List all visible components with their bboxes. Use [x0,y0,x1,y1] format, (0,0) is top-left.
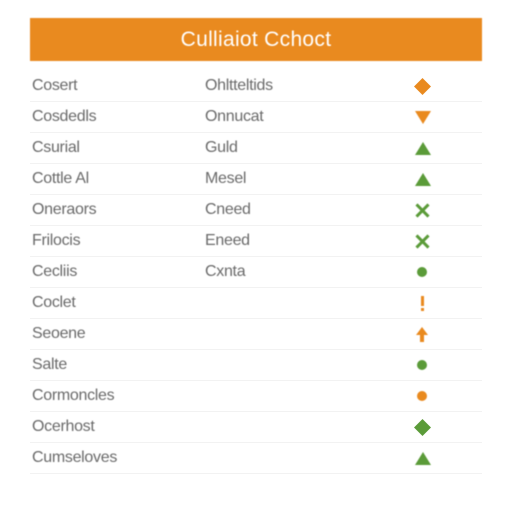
status-cell [375,327,482,342]
status-cell [375,79,482,94]
status-cell [375,265,482,279]
col-1-label: Frilocis [30,232,205,250]
col-1-label: Cormoncles [30,387,205,405]
table-row: FrilocisEneed [30,226,482,257]
status-cell [375,111,482,124]
table-row: CosdedlsOnnucat [30,102,482,133]
status-cell [375,452,482,465]
col-2-label: Onnucat [205,108,375,126]
dot-icon [417,267,427,277]
status-cell [375,203,482,218]
table-row: Seoene [30,319,482,350]
table-row: CsurialGuld [30,133,482,164]
status-cell [375,389,482,403]
table-row: Ocerhost [30,412,482,443]
table-row: Cumseloves [30,443,482,474]
col-1-label: Cosdedls [30,108,205,126]
table-row: Salte [30,350,482,381]
col-1-label: Cumseloves [30,449,205,467]
status-cell [375,142,482,155]
col-1-label: Cottle Al [30,170,205,188]
col-2-label: Ohltteltids [205,77,375,95]
status-cell [375,173,482,186]
col-2-label: Guld [205,139,375,157]
arrow-up-icon [415,327,430,342]
x-icon [415,203,430,218]
status-cell [375,296,482,311]
diamond-icon [414,78,431,95]
dot-icon [417,391,427,401]
col-2-label: Cneed [205,201,375,219]
table-row: Cormoncles [30,381,482,412]
col-2-label: Cxnta [205,263,375,281]
triangle-down-icon [415,111,431,124]
exclaim-icon [415,296,430,311]
dot-icon [417,360,427,370]
status-cell [375,420,482,435]
col-1-label: Seoene [30,325,205,343]
col-1-label: Oneraors [30,201,205,219]
col-1-label: Ocerhost [30,418,205,436]
col-1-label: Cecliis [30,263,205,281]
col-2-label: Eneed [205,232,375,250]
status-cell [375,358,482,372]
table-row: CosertOhltteltids [30,71,482,102]
status-table: CosertOhltteltidsCosdedlsOnnucatCsurialG… [30,71,482,474]
triangle-up-icon [415,452,431,465]
triangle-up-icon [415,173,431,186]
col-1-label: Cosert [30,77,205,95]
diamond-icon [414,419,431,436]
x-icon [415,234,430,249]
status-cell [375,234,482,249]
table-row: Cottle AlMesel [30,164,482,195]
col-1-label: Csurial [30,139,205,157]
col-2-label: Mesel [205,170,375,188]
col-1-label: Salte [30,356,205,374]
table-row: CecliisCxnta [30,257,482,288]
table-row: Coclet [30,288,482,319]
table-row: OneraorsCneed [30,195,482,226]
col-1-label: Coclet [30,294,205,312]
triangle-up-icon [415,142,431,155]
table-header: Culliaiot Cchoct [30,18,482,61]
